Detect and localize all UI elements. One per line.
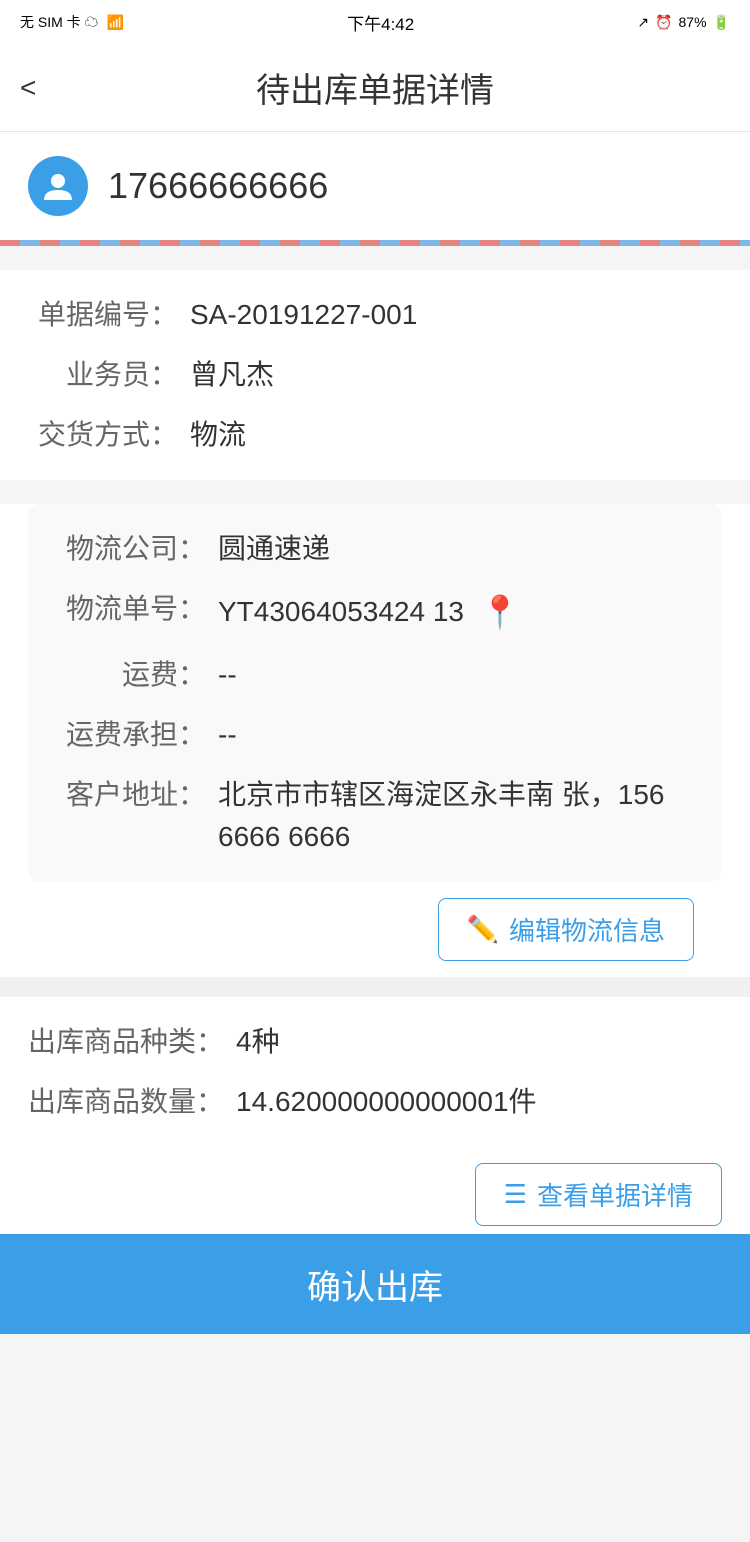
edit-icon: ✏️ [467, 914, 499, 945]
back-button[interactable]: < [20, 72, 36, 104]
delivery-method-value: 物流 [190, 414, 722, 456]
salesman-row: 业务员： 曾凡杰 [28, 354, 722, 396]
delivery-method-label: 交货方式： [28, 414, 178, 456]
product-type-value: 4种 [236, 1021, 722, 1063]
battery-text: 87% [679, 14, 707, 30]
page-title: 待出库单据详情 [256, 63, 494, 112]
customer-phone: 17666666666 [108, 165, 328, 207]
product-type-row: 出库商品种类： 4种 [28, 1021, 722, 1063]
freight-bearer-label: 运费承担： [56, 714, 206, 756]
product-section: 出库商品种类： 4种 出库商品数量： 14.620000000000001件 [0, 997, 750, 1147]
logistics-company-row: 物流公司： 圆通速递 [56, 528, 694, 570]
view-detail-container: ☰ 查看单据详情 [0, 1147, 750, 1242]
status-bar: 无 SIM 卡 ☁ 📶 下午4:42 ↗ ⏰ 87% 🔋 [0, 0, 750, 44]
freight-row: 运费： -- [56, 654, 694, 696]
nav-bar: < 待出库单据详情 [0, 44, 750, 132]
section-divider [0, 977, 750, 997]
edit-btn-label: 编辑物流信息 [509, 911, 665, 948]
edit-btn-container: ✏️ 编辑物流信息 [28, 882, 722, 977]
confirm-button[interactable]: 确认出库 [0, 1234, 750, 1334]
product-quantity-value: 14.620000000000001件 [236, 1081, 722, 1123]
sim-text: 无 SIM 卡 ☁ [20, 12, 99, 32]
logistics-card: 物流公司： 圆通速递 物流单号： YT43064053424 13 📍 运费： … [28, 504, 722, 882]
edit-logistics-button[interactable]: ✏️ 编辑物流信息 [438, 898, 694, 961]
freight-bearer-value: -- [218, 714, 694, 756]
wifi-icon: 📶 [107, 14, 124, 31]
address-value: 北京市市辖区海淀区永丰南 张，156 6666 6666 [218, 774, 694, 858]
product-quantity-row: 出库商品数量： 14.620000000000001件 [28, 1081, 722, 1123]
order-number-value: SA-20191227-001 [190, 294, 722, 336]
logistics-company-label: 物流公司： [56, 528, 206, 570]
alarm-icon: ⏰ [655, 14, 672, 31]
dashed-divider [0, 240, 750, 246]
tracking-number-value: YT43064053424 13 📍 [218, 588, 694, 636]
address-label: 客户地址： [56, 774, 206, 816]
view-detail-button[interactable]: ☰ 查看单据详情 [475, 1163, 722, 1226]
battery-icon: 🔋 [713, 14, 730, 31]
location-icon[interactable]: 📍 [480, 588, 520, 636]
view-detail-label: 查看单据详情 [537, 1176, 693, 1213]
order-number-label: 单据编号： [28, 294, 178, 336]
freight-bearer-row: 运费承担： -- [56, 714, 694, 756]
location-status-icon: ↗ [637, 14, 649, 31]
list-icon: ☰ [504, 1179, 527, 1210]
order-number-row: 单据编号： SA-20191227-001 [28, 294, 722, 336]
freight-label: 运费： [56, 654, 206, 696]
salesman-label: 业务员： [28, 354, 178, 396]
logistics-company-value: 圆通速递 [218, 528, 694, 570]
salesman-value: 曾凡杰 [190, 354, 722, 396]
address-row: 客户地址： 北京市市辖区海淀区永丰南 张，156 6666 6666 [56, 774, 694, 858]
status-left: 无 SIM 卡 ☁ 📶 [20, 12, 124, 32]
avatar [28, 156, 88, 216]
status-time: 下午4:42 [347, 10, 414, 35]
delivery-method-row: 交货方式： 物流 [28, 414, 722, 456]
product-type-label: 出库商品种类： [28, 1021, 224, 1063]
order-info-section: 单据编号： SA-20191227-001 业务员： 曾凡杰 交货方式： 物流 [0, 270, 750, 480]
status-right: ↗ ⏰ 87% 🔋 [637, 14, 730, 31]
customer-header: 17666666666 [0, 132, 750, 240]
tracking-number-row: 物流单号： YT43064053424 13 📍 [56, 588, 694, 636]
product-quantity-label: 出库商品数量： [28, 1081, 224, 1123]
freight-value: -- [218, 654, 694, 696]
tracking-number-label: 物流单号： [56, 588, 206, 630]
